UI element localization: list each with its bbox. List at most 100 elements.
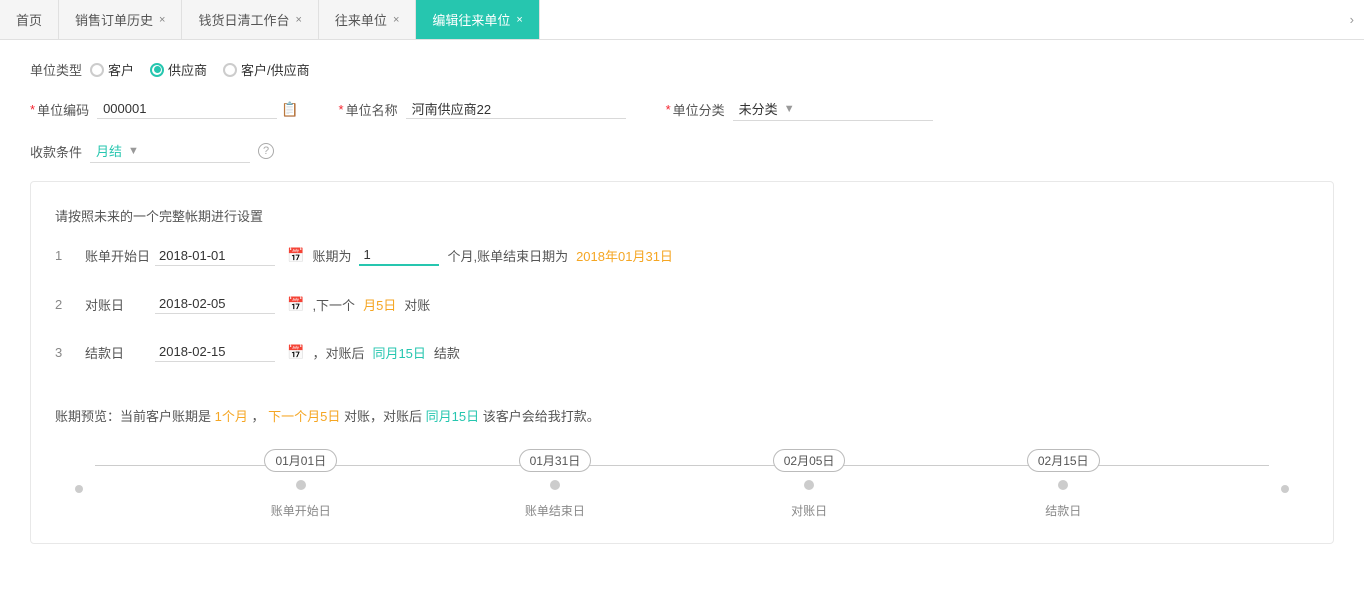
tab-bar: 首页 销售订单历史 × 钱货日清工作台 × 往来单位 × 编辑往来单位 × ›	[0, 0, 1364, 40]
reconciliation-inputs: 📅 ,下一个 月5日 对账	[155, 294, 430, 314]
payment-condition-select-wrapper[interactable]: 月结 ▼	[90, 139, 250, 163]
payment-day-desc-highlight: 同月15日	[372, 343, 425, 362]
timeline-badge-3: 02月15日	[1027, 449, 1100, 472]
tab-sales-history[interactable]: 销售订单历史 ×	[59, 0, 182, 39]
unit-category-required: *	[666, 102, 671, 117]
close-cash-work-tab[interactable]: ×	[295, 14, 301, 26]
payment-condition-row: 收款条件 月结 ▼ ?	[30, 139, 1334, 163]
payment-condition-label: 收款条件	[30, 142, 82, 161]
timeline-points: 01月01日 账单开始日 01月31日 账单结束日 02月05日 对账日 02月…	[75, 449, 1289, 519]
payment-day-label: 结款日	[85, 343, 155, 362]
reconciliation-desc-prefix: ,下一个	[312, 295, 355, 314]
row-3-num: 3	[55, 345, 75, 360]
unit-category-select-wrapper[interactable]: 未分类 ▼	[733, 97, 933, 121]
timeline-badge-1: 01月31日	[519, 449, 592, 472]
payment-day-calendar-icon[interactable]: 📅	[287, 344, 304, 361]
billing-start-row: 1 账单开始日 📅 账期为 个月,账单结束日期为 2018年01月31日	[55, 245, 1309, 266]
preview-comma1: ，	[252, 409, 265, 424]
unit-category-label: 单位分类	[673, 100, 725, 119]
timeline-left-dot	[75, 485, 83, 493]
payment-condition-chevron-icon: ▼	[128, 145, 139, 157]
billing-period-label: 账期为	[312, 246, 351, 265]
timeline-label-2: 对账日	[791, 502, 827, 519]
timeline-dot-3	[1058, 480, 1068, 490]
row-1-num: 1	[55, 248, 75, 263]
timeline-right-dot	[1281, 485, 1289, 493]
row-2-num: 2	[55, 297, 75, 312]
unit-code-calendar-icon[interactable]: 📋	[281, 101, 298, 118]
billing-period-input[interactable]	[359, 245, 439, 266]
timeline-point-1: 01月31日 账单结束日	[519, 449, 592, 519]
unit-code-required: *	[30, 102, 35, 117]
preview-part1: 1个月	[215, 409, 248, 424]
billing-start-date-input[interactable]	[155, 246, 275, 266]
close-partner-tab[interactable]: ×	[393, 14, 399, 26]
tab-home[interactable]: 首页	[0, 0, 59, 39]
billing-start-label: 账单开始日	[85, 246, 155, 265]
timeline-point-2: 02月05日 对账日	[773, 449, 846, 519]
tab-cash-work[interactable]: 钱货日清工作台 ×	[182, 0, 318, 39]
timeline-point-0: 01月01日 账单开始日	[264, 449, 337, 519]
reconciliation-calendar-icon[interactable]: 📅	[287, 296, 304, 313]
preview-prefix: 账期预览：当前客户账期是	[55, 409, 211, 424]
tab-edit-partner[interactable]: 编辑往来单位 ×	[416, 0, 539, 39]
unit-name-input[interactable]	[406, 99, 626, 119]
reconciliation-label: 对账日	[85, 295, 155, 314]
preview-suffix: 该客户会给我打款。	[483, 409, 600, 424]
preview-part3: 同月15日	[426, 409, 479, 424]
timeline-left-end	[75, 459, 83, 519]
payment-condition-help-icon[interactable]: ?	[258, 143, 274, 159]
timeline-point-3: 02月15日 结款日	[1027, 449, 1100, 519]
unit-type-label: 单位类型	[30, 60, 82, 79]
radio-supplier[interactable]: 供应商	[150, 60, 207, 79]
close-sales-history-tab[interactable]: ×	[159, 14, 165, 26]
payment-day-date-input[interactable]	[155, 342, 275, 362]
radio-customer-circle	[90, 63, 104, 77]
timeline-dot-2	[804, 480, 814, 490]
reconciliation-row: 2 对账日 📅 ,下一个 月5日 对账	[55, 294, 1309, 314]
billing-start-calendar-icon[interactable]: 📅	[287, 247, 304, 264]
section-instruction: 请按照未来的一个完整帐期进行设置	[55, 206, 1309, 225]
reconciliation-date-input[interactable]	[155, 294, 275, 314]
unit-name-label: 单位名称	[346, 100, 398, 119]
radio-customer-supplier[interactable]: 客户/供应商	[223, 60, 310, 79]
payment-day-inputs: 📅 ，对账后 同月15日 结款	[155, 342, 460, 362]
timeline-dot-1	[550, 480, 560, 490]
timeline-badge-0: 01月01日	[264, 449, 337, 472]
unit-code-input[interactable]	[97, 99, 277, 119]
payment-condition-value: 月结	[90, 139, 128, 162]
preview-text: 账期预览：当前客户账期是 1个月 ， 下一个月5日 对账，对账后 同月15日 该…	[55, 390, 1309, 449]
preview-part2: 下一个月5日	[268, 409, 340, 424]
unit-name-required: *	[339, 102, 344, 117]
billing-start-inputs: 📅 账期为 个月,账单结束日期为 2018年01月31日	[155, 245, 673, 266]
unit-name-group: * 单位名称	[339, 99, 626, 119]
timeline-right-end	[1281, 459, 1289, 519]
payment-day-desc-prefix: ，对账后	[312, 343, 364, 362]
timeline-label-0: 账单开始日	[271, 502, 331, 519]
unit-code-group: * 单位编码 📋	[30, 99, 299, 119]
unit-category-value: 未分类	[733, 97, 784, 120]
timeline-badge-2: 02月05日	[773, 449, 846, 472]
period-settings-section: 请按照未来的一个完整帐期进行设置 1 账单开始日 📅 账期为 个月,账单结束日期…	[30, 181, 1334, 544]
close-edit-partner-tab[interactable]: ×	[516, 14, 522, 26]
timeline-label-3: 结款日	[1045, 502, 1081, 519]
unit-info-row: * 单位编码 📋 * 单位名称 * 单位分类 未分类 ▼	[30, 97, 1334, 121]
timeline-container: 01月01日 账单开始日 01月31日 账单结束日 02月05日 对账日 02月…	[55, 449, 1309, 519]
unit-code-label: 单位编码	[37, 100, 89, 119]
timeline-dot-0	[296, 480, 306, 490]
unit-category-chevron-icon: ▼	[784, 103, 795, 115]
radio-customer[interactable]: 客户	[90, 60, 134, 79]
tab-more-button[interactable]: ›	[1340, 0, 1364, 39]
timeline-label-1: 账单结束日	[525, 502, 585, 519]
unit-type-row: 单位类型 客户 供应商 客户/供应商	[30, 60, 1334, 79]
billing-period-unit: 个月,账单结束日期为	[447, 246, 568, 265]
main-content: 单位类型 客户 供应商 客户/供应商 * 单位编码 📋 * 单位名称	[0, 40, 1364, 608]
preview-middle: 对账，对账后	[344, 409, 422, 424]
payment-day-row: 3 结款日 📅 ，对账后 同月15日 结款	[55, 342, 1309, 362]
reconciliation-desc-suffix: 对账	[404, 295, 430, 314]
radio-customer-supplier-circle	[223, 63, 237, 77]
unit-category-group: * 单位分类 未分类 ▼	[666, 97, 933, 121]
reconciliation-desc-highlight: 月5日	[363, 295, 396, 314]
radio-supplier-circle	[150, 63, 164, 77]
tab-partner[interactable]: 往来单位 ×	[319, 0, 416, 39]
